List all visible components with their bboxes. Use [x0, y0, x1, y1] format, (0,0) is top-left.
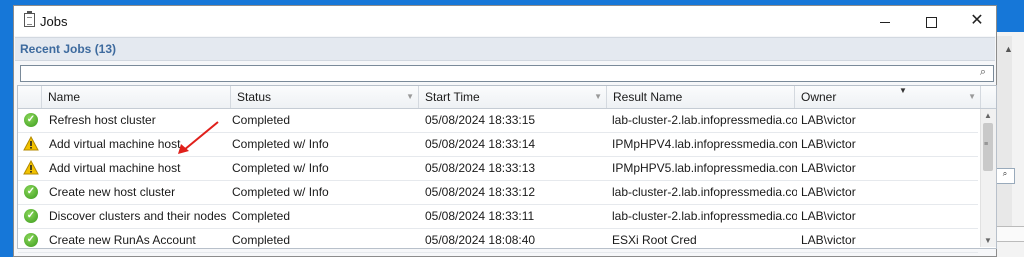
background-search-icon[interactable]: ⌕: [995, 168, 1015, 184]
table-row[interactable]: ✓ Refresh host cluster Completed 05/08/2024…: [18, 109, 978, 133]
column-header-start-time[interactable]: Start Time ▼ ▼: [419, 86, 907, 108]
job-name: Create new host cluster: [49, 185, 176, 199]
job-result-name: lab-cluster-2.lab.infopressmedia.com: [612, 185, 797, 199]
job-status: Completed w/ Info: [232, 185, 329, 199]
job-start-time: 05/08/2024 18:33:13: [425, 161, 536, 175]
table-row[interactable]: ✓ Create new RunAs Account Completed 05/08/…: [18, 229, 978, 253]
maximize-icon: [925, 16, 937, 28]
success-check-icon: ✓: [24, 209, 38, 223]
success-check-icon: ✓: [24, 185, 38, 199]
title-bar[interactable]: Jobs ✕: [14, 6, 996, 36]
job-start-time: 05/08/2024 18:33:12: [425, 185, 536, 199]
warning-icon: [23, 136, 39, 151]
jobs-table: Name Status ▼ Start Time ▼ ▼ Result Name Ow…: [17, 85, 997, 253]
close-button[interactable]: ✕: [954, 6, 1000, 36]
job-start-time: 05/08/2024 18:08:40: [425, 233, 536, 247]
column-header-label: Result Name: [613, 90, 683, 104]
table-body: ✓ Refresh host cluster Completed 05/08/2024…: [18, 109, 978, 253]
row-status-icon-cell: ✓: [23, 109, 41, 131]
red-annotation-arrow: [178, 121, 219, 154]
column-header-result-name[interactable]: Result Name: [607, 86, 795, 108]
warning-icon: [23, 160, 39, 175]
job-status: Completed w/ Info: [232, 137, 329, 151]
job-owner: LAB\victor: [801, 137, 856, 151]
background-panel: [995, 226, 1024, 242]
job-result-name: IPMpHPV4.lab.infopressmedia.com: [612, 137, 797, 151]
scroll-up-icon[interactable]: ▲: [984, 111, 992, 120]
job-result-name: IPMpHPV5.lab.infopressmedia.com: [612, 161, 797, 175]
job-result-name: lab-cluster-2.lab.infopressmedia.com: [612, 113, 797, 127]
section-header: Recent Jobs (13): [15, 37, 995, 61]
table-row[interactable]: Add virtual machine host Completed w/ Inf…: [18, 157, 978, 181]
job-owner: LAB\victor: [801, 113, 856, 127]
vertical-scrollbar[interactable]: ▲ ≡ ▼: [980, 109, 996, 247]
column-header-owner[interactable]: Owner ▼: [795, 86, 981, 108]
maximize-button[interactable]: [908, 6, 954, 36]
job-status: Completed: [232, 113, 291, 127]
job-owner: LAB\victor: [801, 233, 856, 247]
column-header-status[interactable]: Status ▼: [231, 86, 419, 108]
background-scrollbar[interactable]: ▲: [996, 36, 1013, 236]
scroll-up-icon[interactable]: ▲: [1004, 44, 1013, 54]
job-owner: LAB\victor: [801, 209, 856, 223]
job-name: Create new RunAs Account: [49, 233, 196, 247]
column-header-label: Owner: [801, 90, 837, 104]
column-header-name[interactable]: Name: [42, 86, 231, 108]
job-status: Completed: [232, 209, 291, 223]
job-result-name: lab-cluster-2.lab.infopressmedia.com: [612, 209, 797, 223]
success-check-icon: ✓: [24, 113, 38, 127]
job-result-name: ESXi Root Cred: [612, 233, 697, 247]
job-start-time: 05/08/2024 18:33:14: [425, 137, 536, 151]
success-check-icon: ✓: [24, 233, 38, 247]
row-status-icon-cell: [23, 157, 41, 179]
job-name: Add virtual machine host: [49, 161, 181, 175]
row-status-icon-cell: ✓: [23, 229, 41, 251]
column-header-label: Status: [237, 90, 272, 104]
column-header-icon[interactable]: [18, 86, 42, 108]
minimize-icon: [880, 21, 890, 23]
column-header-label: Start Time: [425, 90, 480, 104]
table-row[interactable]: ✓ Create new host cluster Completed w/ Inf…: [18, 181, 978, 205]
job-start-time: 05/08/2024 18:33:15: [425, 113, 536, 127]
job-name: Discover clusters and their nodes: [49, 209, 227, 223]
search-icon[interactable]: ⌕: [976, 65, 990, 79]
search-input[interactable]: ⌕: [20, 65, 994, 82]
row-status-icon-cell: ✓: [23, 205, 41, 227]
scrollbar-grip-icon: ≡: [984, 141, 989, 148]
job-status: Completed: [232, 233, 291, 247]
filter-dropdown-icon[interactable]: ▼: [968, 86, 976, 108]
job-owner: LAB\victor: [801, 185, 856, 199]
column-header-label: Name: [48, 90, 81, 104]
minimize-button[interactable]: [862, 6, 908, 36]
jobs-window: Jobs ✕ Recent Jobs (13) ⌕ Name Status ▼ S…: [13, 5, 997, 257]
row-status-icon-cell: ✓: [23, 181, 41, 203]
window-title: Jobs: [40, 14, 68, 29]
row-status-icon-cell: [23, 133, 41, 155]
scroll-down-icon[interactable]: ▼: [984, 236, 992, 245]
table-row[interactable]: ✓ Discover clusters and their nodes Comple…: [18, 205, 978, 229]
table-row[interactable]: Add virtual machine host Completed w/ Inf…: [18, 133, 978, 157]
filter-dropdown-icon[interactable]: ▼: [406, 86, 414, 108]
close-icon: ✕: [970, 12, 984, 29]
job-status: Completed w/ Info: [232, 161, 329, 175]
recent-jobs-title: Recent Jobs (13): [20, 42, 117, 56]
filter-dropdown-icon[interactable]: ▼: [594, 86, 602, 108]
table-header: Name Status ▼ Start Time ▼ ▼ Result Name Ow…: [18, 86, 996, 109]
job-owner: LAB\victor: [801, 161, 856, 175]
clipboard-icon: [24, 11, 35, 27]
job-start-time: 05/08/2024 18:33:11: [425, 209, 535, 223]
